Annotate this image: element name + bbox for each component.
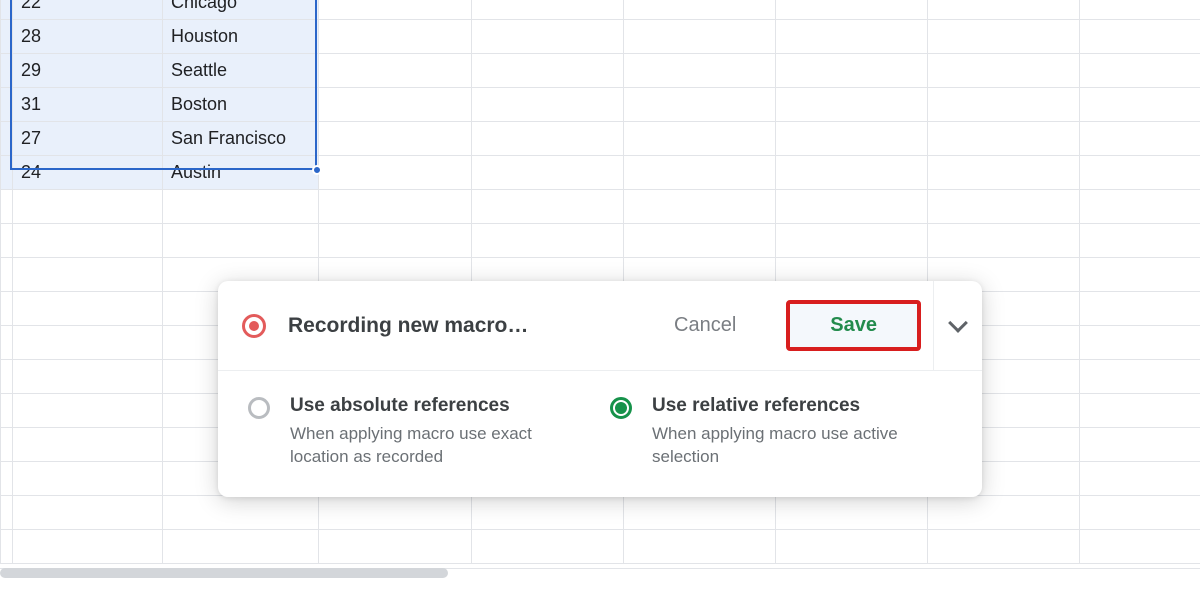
radio-on-icon <box>610 397 632 419</box>
cell[interactable]: 22 <box>13 0 163 20</box>
option-description: When applying macro use exact location a… <box>290 423 560 469</box>
cell[interactable]: 28 <box>13 20 163 54</box>
cell[interactable]: 31 <box>13 88 163 122</box>
cell[interactable]: Austin <box>163 156 319 190</box>
option-relative-references[interactable]: Use relative references When applying ma… <box>610 395 952 469</box>
cell[interactable]: Boston <box>163 88 319 122</box>
record-icon <box>242 314 266 338</box>
radio-off-icon <box>248 397 270 419</box>
cancel-button[interactable]: Cancel <box>668 313 742 338</box>
cell[interactable]: Chicago <box>163 0 319 20</box>
option-title: Use absolute references <box>290 395 560 417</box>
cell[interactable]: San Francisco <box>163 122 319 156</box>
macro-panel-header: Recording new macro… Cancel Save <box>218 281 982 371</box>
macro-recording-panel: Recording new macro… Cancel Save Use abs… <box>218 281 982 497</box>
macro-title: Recording new macro… <box>288 314 668 338</box>
option-absolute-references[interactable]: Use absolute references When applying ma… <box>248 395 590 469</box>
cell[interactable]: 27 <box>13 122 163 156</box>
chevron-down-icon <box>948 313 968 333</box>
cell[interactable]: Seattle <box>163 54 319 88</box>
macro-options: Use absolute references When applying ma… <box>218 371 982 497</box>
option-description: When applying macro use active selection <box>652 423 922 469</box>
save-button-label: Save <box>830 314 877 336</box>
cell[interactable]: 29 <box>13 54 163 88</box>
expand-toggle[interactable] <box>934 281 982 371</box>
cell[interactable]: 24 <box>13 156 163 190</box>
cell[interactable]: Houston <box>163 20 319 54</box>
horizontal-scrollbar[interactable] <box>0 568 448 578</box>
save-button[interactable]: Save <box>786 300 921 351</box>
option-title: Use relative references <box>652 395 922 417</box>
